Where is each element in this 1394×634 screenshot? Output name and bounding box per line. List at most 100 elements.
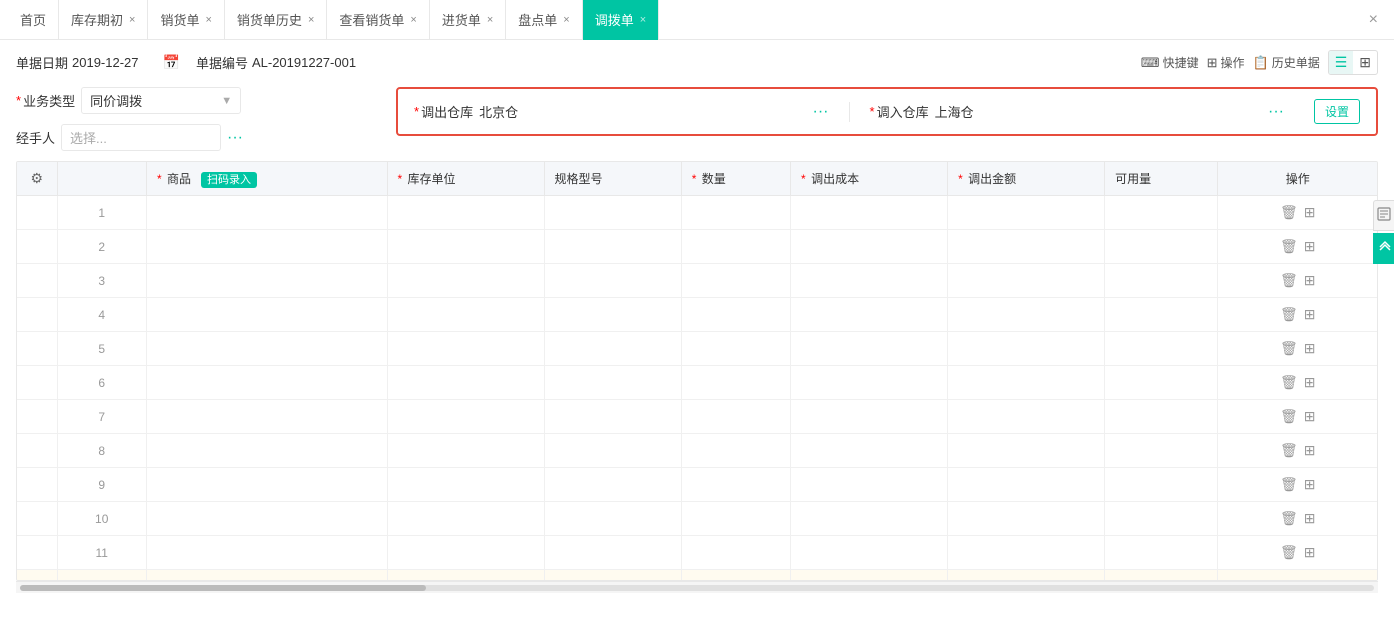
shortcuts-action[interactable]: ⌨ 快捷键: [1141, 54, 1199, 71]
subtotal-row: 小计 0.00 0.00 0.00: [17, 570, 1377, 582]
grid-view-toggle[interactable]: ⊞: [1353, 51, 1377, 74]
row-spec-1[interactable]: [544, 196, 681, 230]
delete-row-icon[interactable]: 🗑: [1280, 442, 1298, 459]
close-all-tabs[interactable]: ×: [1361, 11, 1386, 29]
tab-sales-order[interactable]: 销货单 ×: [148, 0, 224, 40]
delete-row-icon[interactable]: 🗑: [1280, 340, 1298, 357]
delete-row-icon[interactable]: 🗑: [1280, 476, 1298, 493]
col-header-available: 可用量: [1105, 162, 1218, 196]
in-warehouse-value: 上海仓: [935, 102, 974, 121]
row-qty-1[interactable]: [681, 196, 790, 230]
header-row: 单据日期 2019-12-27 📅 单据编号 AL-20191227-001 ⌨…: [16, 50, 1378, 75]
copy-row-icon[interactable]: ⊞: [1304, 272, 1316, 289]
row-unit-1[interactable]: [387, 196, 544, 230]
handler-more-icon[interactable]: ···: [227, 129, 243, 147]
col-header-gear[interactable]: ⚙: [17, 162, 57, 196]
copy-row-icon[interactable]: ⊞: [1304, 544, 1316, 561]
close-icon[interactable]: ×: [205, 14, 211, 26]
subtotal-label: 小计: [57, 570, 146, 582]
row-cost-1[interactable]: [791, 196, 948, 230]
scrollbar-thumb[interactable]: [20, 585, 426, 591]
out-warehouse-more-icon[interactable]: ···: [813, 103, 829, 121]
row-unit-2[interactable]: [387, 230, 544, 264]
close-icon[interactable]: ×: [308, 14, 314, 26]
transfer-table: ⚙ * 商品 扫码录入 * 库存单位 规格型号 *: [17, 162, 1377, 581]
biz-type-value: 同价调拨: [90, 91, 221, 110]
table-gear-icon[interactable]: ⚙: [30, 170, 43, 186]
copy-row-icon[interactable]: ⊞: [1304, 340, 1316, 357]
copy-row-icon[interactable]: ⊞: [1304, 510, 1316, 527]
table-body: 1 🗑 ⊞ 2: [17, 196, 1377, 582]
required-star: *: [414, 104, 419, 119]
copy-row-icon[interactable]: ⊞: [1304, 204, 1316, 221]
view-toggle: ☰ ⊞: [1328, 50, 1378, 75]
sidebar-expand-icon[interactable]: [1373, 233, 1394, 264]
row-qty-2[interactable]: [681, 230, 790, 264]
col-header-product: * 商品 扫码录入: [146, 162, 387, 196]
row-amount-1[interactable]: [948, 196, 1105, 230]
close-icon[interactable]: ×: [487, 14, 493, 26]
delete-row-icon[interactable]: 🗑: [1280, 204, 1298, 221]
main-content: 单据日期 2019-12-27 📅 单据编号 AL-20191227-001 ⌨…: [0, 40, 1394, 603]
settings-button[interactable]: 设置: [1314, 99, 1360, 124]
settings-btn-wrapper: 设置: [1314, 99, 1360, 124]
scrollbar-track[interactable]: [20, 585, 1374, 591]
tab-bar: 首页 库存期初 × 销货单 × 销货单历史 × 查看销货单 × 进货单 × 盘点…: [0, 0, 1394, 40]
list-view-toggle[interactable]: ☰: [1329, 51, 1354, 74]
horizontal-scrollbar[interactable]: [16, 581, 1378, 593]
close-icon[interactable]: ×: [640, 14, 646, 26]
copy-row-icon[interactable]: ⊞: [1304, 442, 1316, 459]
table-row: 1 🗑 ⊞: [17, 196, 1377, 230]
tab-sales-history[interactable]: 销货单历史 ×: [225, 0, 327, 40]
table-wrapper: ⚙ * 商品 扫码录入 * 库存单位 规格型号 *: [16, 161, 1378, 581]
subtotal-cost: 0.00: [791, 570, 948, 582]
delete-row-icon[interactable]: 🗑: [1280, 510, 1298, 527]
tab-inventory-count[interactable]: 盘点单 ×: [506, 0, 582, 40]
delete-row-icon[interactable]: 🗑: [1280, 374, 1298, 391]
tab-view-sales[interactable]: 查看销货单 ×: [327, 0, 429, 40]
row-product-1[interactable]: [146, 196, 387, 230]
copy-row-icon[interactable]: ⊞: [1304, 238, 1316, 255]
table-row: 9 🗑⊞: [17, 468, 1377, 502]
tab-transfer[interactable]: 调拨单 ×: [583, 0, 659, 40]
in-warehouse-field: * 调入仓库 上海仓 ···: [870, 102, 1285, 121]
copy-row-icon[interactable]: ⊞: [1304, 476, 1316, 493]
row-cost-2[interactable]: [791, 230, 948, 264]
row-spec-2[interactable]: [544, 230, 681, 264]
row-amount-2[interactable]: [948, 230, 1105, 264]
tab-purchase[interactable]: 进货单 ×: [430, 0, 506, 40]
close-icon[interactable]: ×: [563, 14, 569, 26]
close-icon[interactable]: ×: [129, 14, 135, 26]
history-action[interactable]: 📋 历史单据: [1253, 54, 1320, 71]
tab-inventory-init[interactable]: 库存期初 ×: [59, 0, 148, 40]
delete-row-icon[interactable]: 🗑: [1280, 306, 1298, 323]
grid-icon: ⊞: [1207, 55, 1218, 71]
copy-row-icon[interactable]: ⊞: [1304, 408, 1316, 425]
col-header-spec: 规格型号: [544, 162, 681, 196]
delete-row-icon[interactable]: 🗑: [1280, 272, 1298, 289]
row-num-2: 2: [57, 230, 146, 264]
calendar-icon[interactable]: 📅: [163, 54, 180, 71]
row-ops-1: 🗑 ⊞: [1218, 196, 1377, 230]
delete-row-icon[interactable]: 🗑: [1280, 544, 1298, 561]
doc-no-label: 单据编号: [196, 53, 248, 72]
row-product-2[interactable]: [146, 230, 387, 264]
delete-row-icon[interactable]: 🗑: [1280, 408, 1298, 425]
close-icon[interactable]: ×: [410, 14, 416, 26]
scan-entry-button[interactable]: 扫码录入: [201, 172, 257, 188]
copy-row-icon[interactable]: ⊞: [1304, 306, 1316, 323]
keyboard-icon: ⌨: [1141, 55, 1160, 71]
table-row: 7 🗑⊞: [17, 400, 1377, 434]
delete-row-icon[interactable]: 🗑: [1280, 238, 1298, 255]
tab-home[interactable]: 首页: [8, 0, 59, 40]
in-warehouse-more-icon[interactable]: ···: [1268, 103, 1284, 121]
operations-action[interactable]: ⊞ 操作: [1207, 54, 1245, 71]
doc-date-value: 2019-12-27: [72, 55, 139, 70]
table-row: 6 🗑⊞: [17, 366, 1377, 400]
sidebar-note-icon[interactable]: [1373, 200, 1394, 231]
copy-row-icon[interactable]: ⊞: [1304, 374, 1316, 391]
biz-type-label: 业务类型: [23, 91, 75, 110]
handler-select[interactable]: 选择...: [61, 124, 221, 151]
table-header: ⚙ * 商品 扫码录入 * 库存单位 规格型号 *: [17, 162, 1377, 196]
biz-type-select[interactable]: 同价调拨 ▼: [81, 87, 241, 114]
